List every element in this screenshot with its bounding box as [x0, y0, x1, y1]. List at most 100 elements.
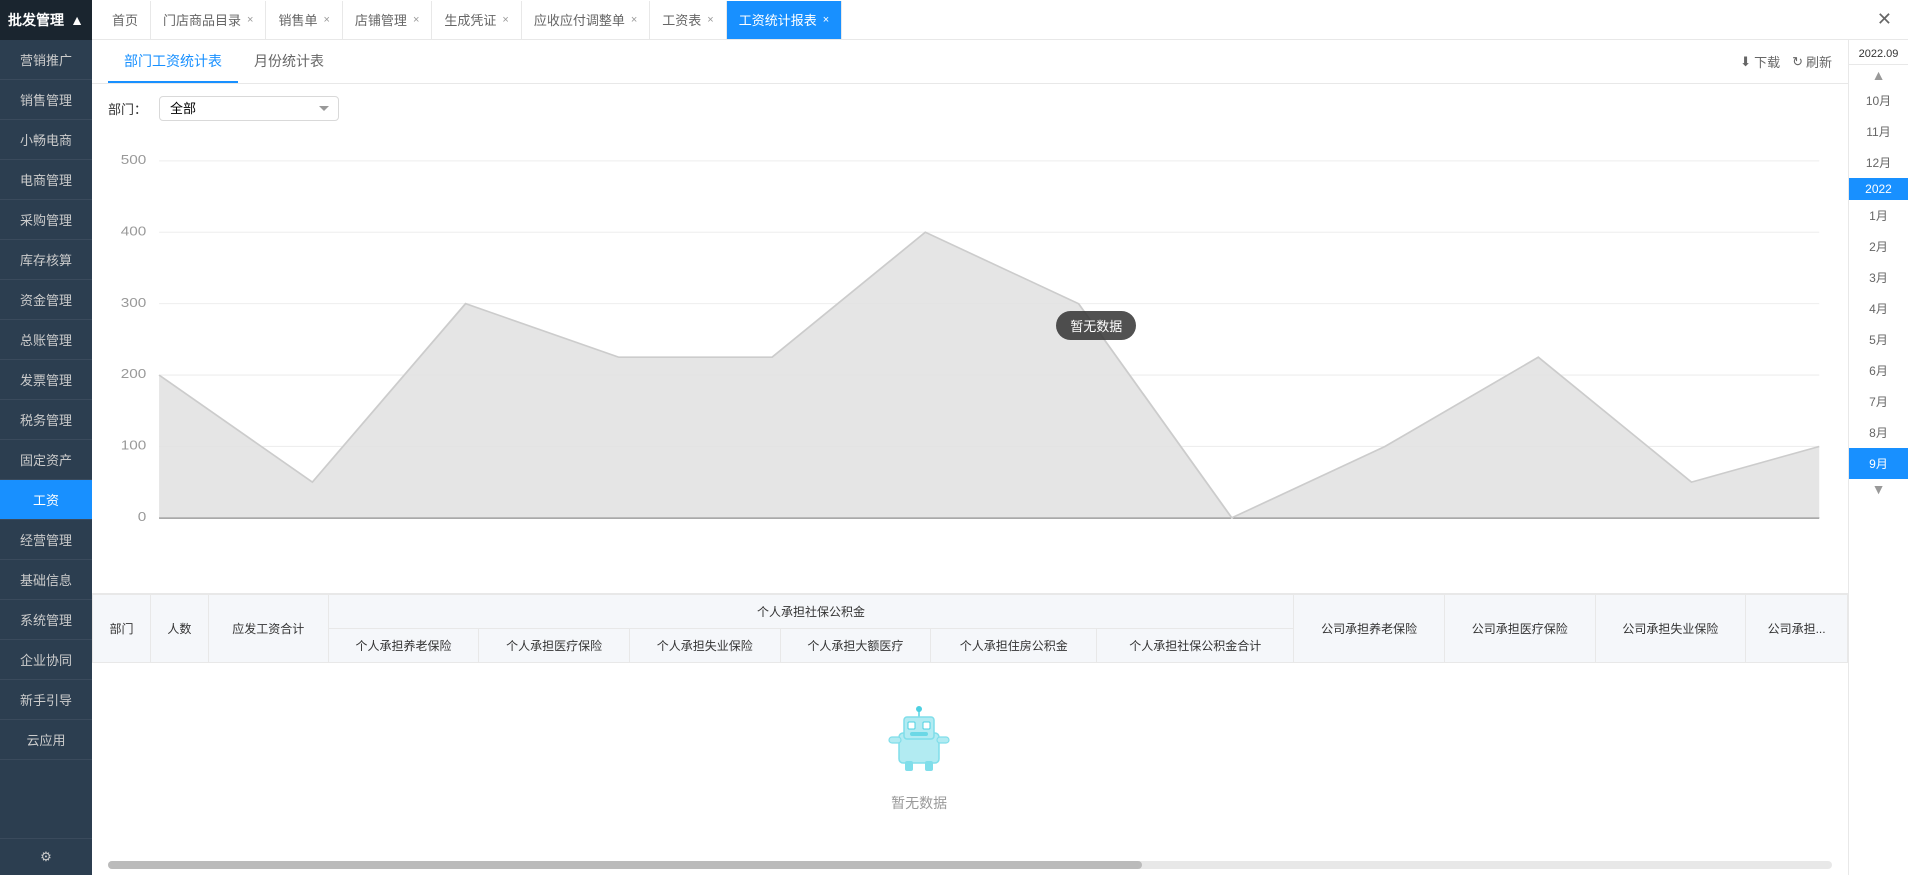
date-month-8[interactable]: 8月 — [1849, 417, 1908, 448]
sub-tabs-right: ⬇ 下载 ↻ 刷新 — [1740, 52, 1832, 71]
th-personal-pension: 个人承担养老保险 — [328, 629, 479, 663]
sidebar-item-固定资产[interactable]: 固定资产 — [0, 440, 92, 480]
tab-销售单[interactable]: 销售单 × — [266, 1, 342, 39]
content-area: 部门工资统计表 月份统计表 ⬇ 下载 ↻ 刷新 — [92, 40, 1908, 875]
date-month-2[interactable]: 2月 — [1849, 231, 1908, 262]
tab-店铺管理[interactable]: 店铺管理 × — [343, 1, 432, 39]
scrollbar-thumb[interactable] — [108, 861, 1142, 869]
sidebar-item-税务管理[interactable]: 税务管理 — [0, 400, 92, 440]
refresh-icon: ↻ — [1792, 54, 1803, 70]
th-group-personal: 个人承担社保公积金 — [328, 595, 1294, 629]
sidebar-item-营销推广[interactable]: 营销推广 — [0, 40, 92, 80]
main-area: 首页 门店商品目录 × 销售单 × 店铺管理 × 生成凭证 × 应收应付调整单 … — [92, 0, 1908, 875]
download-button[interactable]: ⬇ 下载 — [1740, 52, 1780, 71]
date-prev-arrow[interactable]: ▲ — [1866, 65, 1892, 85]
empty-robot-icon — [879, 703, 959, 783]
th-salary: 应发工资合计 — [208, 595, 328, 663]
tab-bar: 首页 门店商品目录 × 销售单 × 店铺管理 × 生成凭证 × 应收应付调整单 … — [92, 0, 1908, 40]
sidebar-item-企业协同[interactable]: 企业协同 — [0, 640, 92, 680]
th-dept: 部门 — [93, 595, 151, 663]
filter-bar: 部门： 全部 — [92, 84, 1848, 133]
sidebar-item-总账管理[interactable]: 总账管理 — [0, 320, 92, 360]
sidebar-item-电商管理[interactable]: 电商管理 — [0, 160, 92, 200]
sidebar-title: 批发管理 — [8, 10, 64, 30]
th-personal-total: 个人承担社保公积金合计 — [1097, 629, 1294, 663]
th-company-pension: 公司承担养老保险 — [1294, 595, 1445, 663]
sidebar: 批发管理 ▲ 营销推广 销售管理 小畅电商 电商管理 采购管理 库存核算 资金管… — [0, 0, 92, 875]
th-personal-medical: 个人承担医疗保险 — [479, 629, 630, 663]
svg-text:200: 200 — [121, 367, 147, 381]
sidebar-item-销售管理[interactable]: 销售管理 — [0, 80, 92, 120]
date-month-4[interactable]: 4月 — [1849, 293, 1908, 324]
sidebar-item-系统管理[interactable]: 系统管理 — [0, 600, 92, 640]
sidebar-item-采购管理[interactable]: 采购管理 — [0, 200, 92, 240]
tab-应收应付调整单[interactable]: 应收应付调整单 × — [522, 1, 650, 39]
th-count: 人数 — [150, 595, 208, 663]
refresh-button[interactable]: ↻ 刷新 — [1792, 52, 1832, 71]
chart-area: 500 400 300 200 100 0 — [92, 133, 1848, 593]
sidebar-item-基础信息[interactable]: 基础信息 — [0, 560, 92, 600]
date-month-10[interactable]: 10月 — [1849, 85, 1908, 116]
date-month-1[interactable]: 1月 — [1849, 200, 1908, 231]
sub-tab-月份统计表[interactable]: 月份统计表 — [238, 41, 340, 83]
tab-close-生成凭证[interactable]: × — [502, 14, 508, 26]
sidebar-toggle-icon[interactable]: ▲ — [70, 12, 84, 28]
th-company-medical: 公司承担医疗保险 — [1444, 595, 1595, 663]
tab-close-工资统计报表[interactable]: × — [823, 14, 829, 26]
tab-工资表[interactable]: 工资表 × — [650, 1, 726, 39]
th-company-unemployment: 公司承担失业保险 — [1595, 595, 1746, 663]
tab-close-all-icon[interactable]: ✕ — [1877, 9, 1892, 30]
date-month-7[interactable]: 7月 — [1849, 386, 1908, 417]
sidebar-item-新手引导[interactable]: 新手引导 — [0, 680, 92, 720]
tab-生成凭证[interactable]: 生成凭证 × — [432, 1, 521, 39]
tab-close-店铺管理[interactable]: × — [413, 14, 419, 26]
settings-button[interactable]: ⚙ — [0, 838, 92, 875]
sidebar-item-经营管理[interactable]: 经营管理 — [0, 520, 92, 560]
date-month-11[interactable]: 11月 — [1849, 116, 1908, 147]
sidebar-item-发票管理[interactable]: 发票管理 — [0, 360, 92, 400]
sidebar-header: 批发管理 ▲ — [0, 0, 92, 40]
date-month-12[interactable]: 12月 — [1849, 147, 1908, 178]
sub-tab-部门工资统计表[interactable]: 部门工资统计表 — [108, 41, 238, 83]
svg-text:400: 400 — [121, 224, 147, 238]
download-icon: ⬇ — [1740, 54, 1751, 70]
date-month-9[interactable]: 9月 — [1849, 448, 1908, 479]
date-month-3[interactable]: 3月 — [1849, 262, 1908, 293]
sidebar-item-工资[interactable]: 工资 — [0, 480, 92, 520]
tab-门店商品目录[interactable]: 门店商品目录 × — [151, 1, 266, 39]
scrollbar-area — [92, 853, 1848, 875]
sidebar-item-资金管理[interactable]: 资金管理 — [0, 280, 92, 320]
data-table: 部门 人数 应发工资合计 个人承担社保公积金 公司承担养老保险 公司承担医疗保险… — [92, 594, 1848, 853]
date-month-6[interactable]: 6月 — [1849, 355, 1908, 386]
gear-icon: ⚙ — [40, 849, 52, 864]
empty-row: 暂无数据 — [93, 663, 1848, 854]
page-content: 部门工资统计表 月份统计表 ⬇ 下载 ↻ 刷新 — [92, 40, 1848, 875]
sidebar-item-小畅电商[interactable]: 小畅电商 — [0, 120, 92, 160]
tab-首页[interactable]: 首页 — [100, 1, 151, 39]
date-panel-label: 2022.09 — [1859, 48, 1899, 60]
date-year-2022[interactable]: 2022 — [1849, 178, 1908, 200]
dept-label: 部门： — [108, 99, 147, 118]
tab-close-应收应付调整单[interactable]: × — [631, 14, 637, 26]
data-table-section: 部门 人数 应发工资合计 个人承担社保公积金 公司承担养老保险 公司承担医疗保险… — [92, 593, 1848, 875]
date-next-arrow[interactable]: ▼ — [1866, 479, 1892, 499]
area-chart: 500 400 300 200 100 0 — [108, 143, 1832, 563]
svg-text:0: 0 — [138, 509, 147, 523]
tab-close-销售单[interactable]: × — [323, 14, 329, 26]
sub-tabs-left: 部门工资统计表 月份统计表 — [108, 41, 340, 83]
horizontal-scrollbar[interactable] — [108, 861, 1832, 869]
sidebar-item-库存核算[interactable]: 库存核算 — [0, 240, 92, 280]
tab-bar-actions: ✕ — [1877, 9, 1900, 30]
tab-工资统计报表[interactable]: 工资统计报表 × — [727, 1, 842, 39]
th-personal-large-medical: 个人承担大额医疗 — [780, 629, 931, 663]
tab-close-门店商品目录[interactable]: × — [247, 14, 253, 26]
no-data-text: 暂无数据 — [891, 793, 947, 813]
tab-close-工资表[interactable]: × — [707, 14, 713, 26]
sub-tabs-bar: 部门工资统计表 月份统计表 ⬇ 下载 ↻ 刷新 — [92, 40, 1848, 84]
th-personal-housing: 个人承担住房公积金 — [931, 629, 1097, 663]
date-month-5[interactable]: 5月 — [1849, 324, 1908, 355]
date-panel: 2022.09 ▲ 10月 11月 12月 2022 1月 2月 3月 4月 5… — [1848, 40, 1908, 875]
dept-select[interactable]: 全部 — [159, 96, 339, 121]
svg-text:300: 300 — [121, 295, 147, 309]
sidebar-item-云应用[interactable]: 云应用 — [0, 720, 92, 760]
